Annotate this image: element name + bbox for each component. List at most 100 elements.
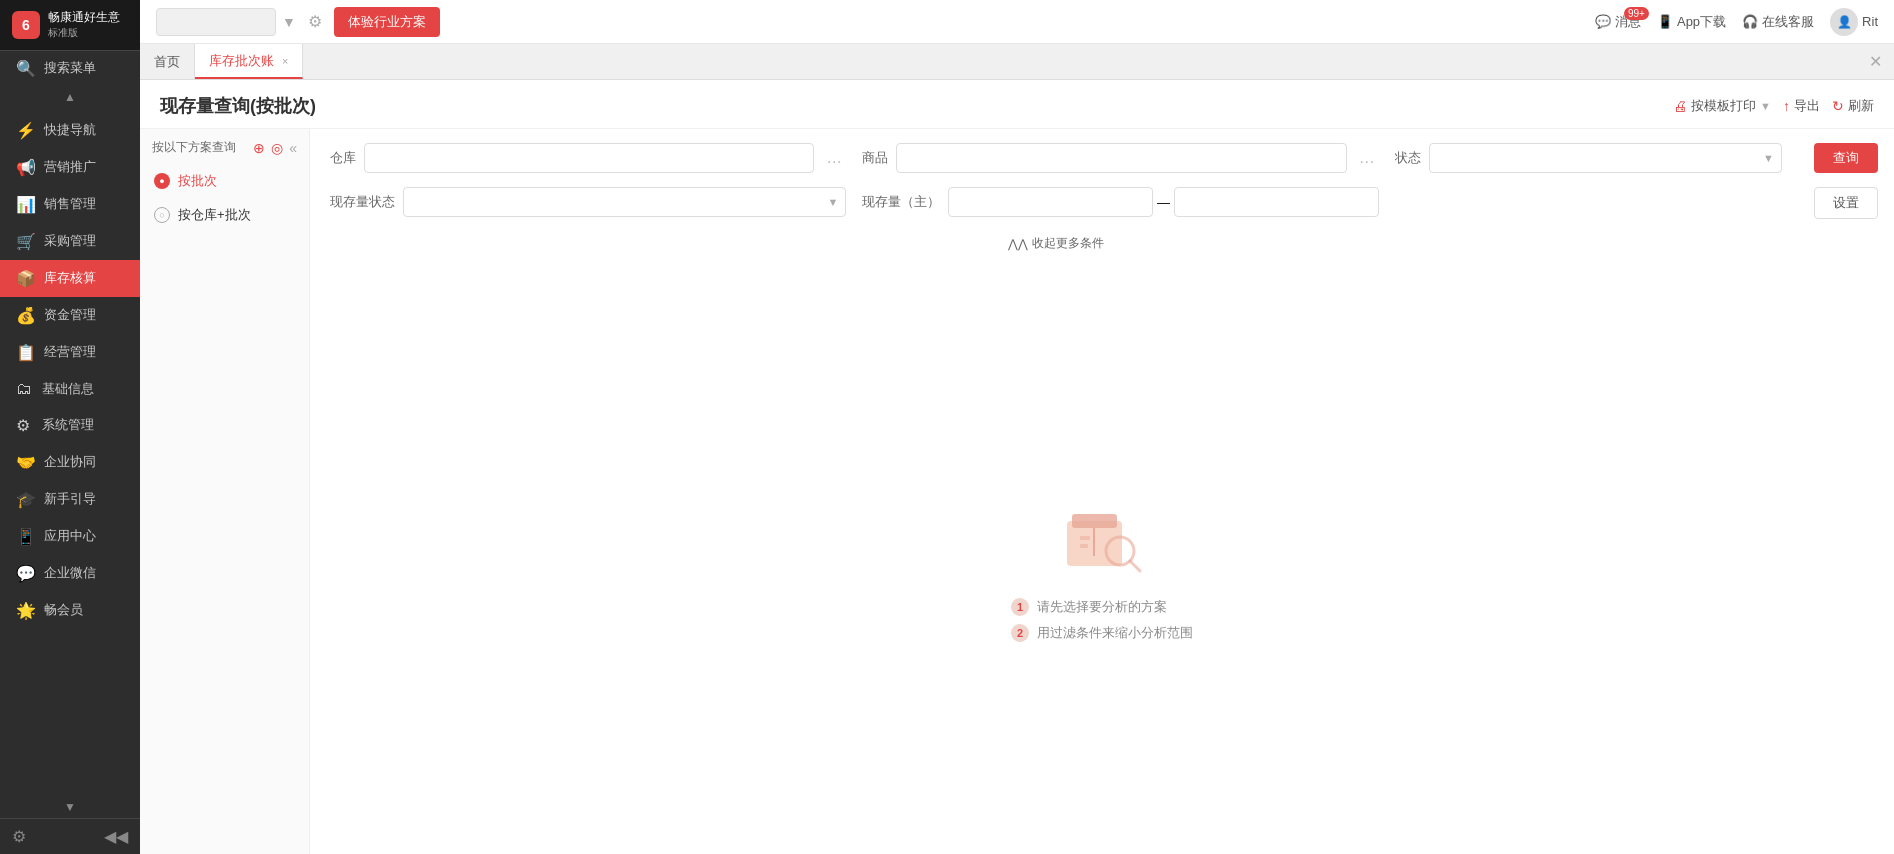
app-download-btn[interactable]: 📱 App下载	[1657, 13, 1726, 31]
export-btn[interactable]: ↑ 导出	[1783, 97, 1820, 115]
sidebar-header: 6 畅康通好生意 标准版	[0, 0, 140, 51]
goods-input[interactable]	[896, 143, 1346, 173]
tab-inventory-batch[interactable]: 库存批次账 ×	[195, 44, 303, 79]
add-scheme-icon[interactable]: ⊕	[253, 140, 265, 156]
topbar-left: ▼ ⚙ 体验行业方案	[156, 7, 440, 37]
sidebar-search[interactable]: 🔍 搜索菜单	[0, 51, 140, 86]
sidebar-item-member[interactable]: 🌟 畅会员	[0, 592, 140, 629]
scheme-settings-icon[interactable]: ◎	[271, 140, 283, 156]
page-header: 现存量查询(按批次) 🖨 按模板打印 ▼ ↑ 导出 ↻ 刷新	[140, 80, 1894, 129]
sidebar-item-enterprise[interactable]: 🤝 企业协同	[0, 444, 140, 481]
empty-state: 1 请先选择要分析的方案 2 用过滤条件来缩小分析范围	[310, 274, 1894, 854]
messages-btn[interactable]: 💬 消息 99+	[1595, 13, 1641, 31]
settings-btn[interactable]: 设置	[1814, 187, 1878, 219]
sidebar-item-guide[interactable]: 🎓 新手引导	[0, 481, 140, 518]
export-label: 导出	[1794, 97, 1820, 115]
query-btn[interactable]: 查询	[1814, 143, 1878, 173]
tab-close-icon[interactable]: ×	[282, 55, 288, 67]
empty-hint-2: 2 用过滤条件来缩小分析范围	[1011, 624, 1193, 642]
scroll-down-btn[interactable]: ▼	[0, 796, 140, 818]
inventory-status-select-wrapper: 全部 ▼	[403, 187, 846, 217]
empty-hints: 1 请先选择要分析的方案 2 用过滤条件来缩小分析范围	[1011, 598, 1193, 642]
refresh-icon: ↻	[1832, 98, 1844, 114]
inventory-status-select[interactable]: 全部	[403, 187, 846, 217]
warehouse-label: 仓库	[330, 149, 356, 167]
filter-field-warehouse: 仓库 …	[330, 143, 846, 173]
inventory-amount-max[interactable]	[1174, 187, 1379, 217]
topbar: ▼ ⚙ 体验行业方案 💬 消息 99+ 📱 App下载 🎧 在线客服 👤 Rit	[140, 0, 1894, 44]
sidebar-item-marketing[interactable]: 📢 营销推广	[0, 149, 140, 186]
hint-text-2: 用过滤条件来缩小分析范围	[1037, 624, 1193, 642]
sidebar-item-quick-nav[interactable]: ⚡ 快捷导航	[0, 112, 140, 149]
user-menu[interactable]: 👤 Rit	[1830, 8, 1878, 36]
filter-area: 仓库 … 商品 …	[310, 129, 1802, 274]
online-service-btn[interactable]: 🎧 在线客服	[1742, 13, 1814, 31]
collapse-scheme-icon[interactable]: «	[289, 140, 297, 156]
scheme-panel: 按以下方案查询 ⊕ ◎ « ● 按批次 ○ 按仓库+批次	[140, 129, 310, 854]
topbar-right: 💬 消息 99+ 📱 App下载 🎧 在线客服 👤 Rit	[1595, 8, 1878, 36]
sidebar-label: 经营管理	[44, 343, 96, 361]
sidebar: 6 畅康通好生意 标准版 🔍 搜索菜单 ▲ ⚡ 快捷导航 📢 营销推广 📊 销售…	[0, 0, 140, 854]
collapse-more-btn[interactable]: ⋀⋀ 收起更多条件	[330, 231, 1782, 260]
print-dropdown-icon[interactable]: ▼	[1760, 100, 1771, 112]
marketing-icon: 📢	[16, 158, 36, 177]
empty-hint-1: 1 请先选择要分析的方案	[1011, 598, 1193, 616]
warehouse-input[interactable]	[364, 143, 814, 173]
online-service-label: 在线客服	[1762, 13, 1814, 31]
topbar-dropdown-icon[interactable]: ▼	[282, 14, 296, 30]
close-all-icon[interactable]: ✕	[1857, 52, 1894, 71]
sidebar-label: 营销推广	[44, 158, 96, 176]
sidebar-item-app-center[interactable]: 📱 应用中心	[0, 518, 140, 555]
settings-icon[interactable]: ⚙	[12, 827, 26, 846]
goods-more-btn[interactable]: …	[1355, 146, 1379, 170]
finance-icon: 💰	[16, 306, 36, 325]
tabs-bar: 首页 库存批次账 × ✕	[140, 44, 1894, 80]
filter-field-goods: 商品 …	[862, 143, 1378, 173]
inventory-amount-label: 现存量（主）	[862, 193, 940, 211]
svg-rect-5	[1080, 536, 1090, 540]
scheme-dot-active: ●	[154, 173, 170, 189]
scheme-item-by-batch[interactable]: ● 按批次	[140, 164, 309, 198]
inventory-status-label: 现存量状态	[330, 193, 395, 211]
sidebar-label: 企业协同	[44, 453, 96, 471]
scheme-panel-icons: ⊕ ◎ «	[253, 140, 297, 156]
sidebar-item-finance[interactable]: 💰 资金管理	[0, 297, 140, 334]
right-btns: 查询 设置	[1814, 129, 1894, 274]
collapse-up-icon: ⋀⋀	[1008, 237, 1028, 251]
filter-section: 仓库 … 商品 …	[310, 129, 1894, 854]
sidebar-item-system[interactable]: ⚙ 系统管理	[0, 407, 140, 444]
print-btn[interactable]: 🖨 按模板打印 ▼	[1673, 97, 1771, 115]
app-version: 标准版	[48, 26, 120, 40]
collapse-sidebar-icon[interactable]: ◀◀	[104, 827, 128, 846]
svg-line-4	[1130, 561, 1140, 571]
company-name: 畅康通好生意	[48, 10, 120, 26]
experience-btn[interactable]: 体验行业方案	[334, 7, 440, 37]
inventory-icon: 📦	[16, 269, 36, 288]
scheme-panel-header: 按以下方案查询 ⊕ ◎ «	[140, 139, 309, 164]
scheme-label: 按批次	[178, 172, 217, 190]
topbar-search-box	[156, 8, 276, 36]
export-icon: ↑	[1783, 98, 1790, 114]
tab-home[interactable]: 首页	[140, 44, 195, 79]
scheme-item-by-warehouse-batch[interactable]: ○ 按仓库+批次	[140, 198, 309, 232]
sidebar-label: 库存核算	[44, 269, 96, 287]
sidebar-label: 快捷导航	[44, 121, 96, 139]
sidebar-item-basic-info[interactable]: 🗂 基础信息	[0, 371, 140, 407]
warehouse-more-btn[interactable]: …	[822, 146, 846, 170]
sidebar-item-wechat[interactable]: 💬 企业微信	[0, 555, 140, 592]
messages-badge: 99+	[1624, 7, 1649, 20]
status-select-wrapper: 全部 ▼	[1429, 143, 1782, 173]
sidebar-item-inventory[interactable]: 📦 库存核算	[0, 260, 140, 297]
sidebar-item-operations[interactable]: 📋 经营管理	[0, 334, 140, 371]
filter-field-inventory-status: 现存量状态 全部 ▼	[330, 187, 846, 217]
sidebar-item-purchase[interactable]: 🛒 采购管理	[0, 223, 140, 260]
system-icon: ⚙	[16, 416, 34, 435]
status-select[interactable]: 全部	[1429, 143, 1782, 173]
page-title: 现存量查询(按批次)	[160, 94, 316, 118]
inventory-amount-min[interactable]	[948, 187, 1153, 217]
sidebar-search-label: 搜索菜单	[44, 59, 96, 77]
sidebar-item-sales[interactable]: 📊 销售管理	[0, 186, 140, 223]
refresh-btn[interactable]: ↻ 刷新	[1832, 97, 1874, 115]
topbar-gear-icon[interactable]: ⚙	[308, 12, 322, 31]
scroll-up-btn[interactable]: ▲	[0, 86, 140, 108]
